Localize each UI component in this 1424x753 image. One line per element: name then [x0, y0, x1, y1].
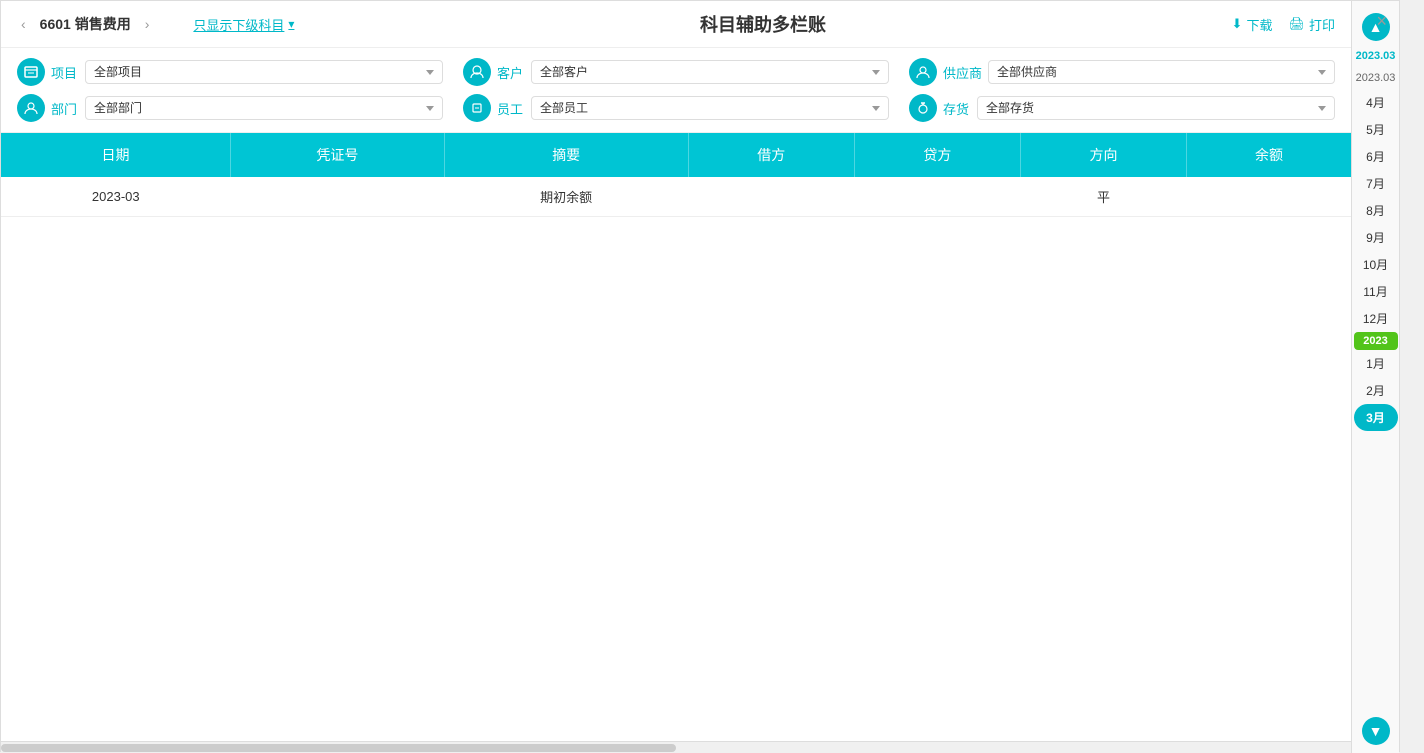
col-direction: 方向	[1020, 133, 1186, 177]
table-row: 2023-03期初余额平	[1, 177, 1351, 217]
sidebar-period-11[interactable]: 11月	[1354, 278, 1398, 305]
top-actions: ⬇ 下载 🖨 打印	[1232, 15, 1335, 34]
employee-select[interactable]: 全部员工	[531, 96, 889, 120]
project-select[interactable]: 全部项目	[85, 60, 443, 84]
department-select[interactable]: 全部部门	[85, 96, 443, 120]
sidebar-period-10[interactable]: 10月	[1354, 251, 1398, 278]
ledger-table: 日期 凭证号 摘要 借方 贷方 方向 余额 2023-03期初余额平	[1, 133, 1351, 217]
department-icon	[17, 94, 45, 122]
col-credit: 贷方	[854, 133, 1020, 177]
sidebar-period-9[interactable]: 9月	[1354, 224, 1398, 251]
horizontal-scrollbar[interactable]	[1, 741, 1351, 753]
sidebar-down-arrow[interactable]: ▼	[1362, 717, 1390, 745]
next-arrow[interactable]: ›	[141, 14, 154, 34]
sidebar-period-2023-03-top[interactable]: 2023.03	[1354, 45, 1398, 67]
employee-label: 员工	[497, 99, 525, 118]
show-sub-label: 只显示下级科目	[193, 15, 284, 34]
sidebar-year-2023[interactable]: 2023	[1354, 332, 1398, 350]
filter-supplier: 供应商 全部供应商	[909, 58, 1335, 86]
customer-label: 客户	[497, 63, 525, 82]
supplier-icon	[909, 58, 937, 86]
print-icon: 🖨	[1288, 16, 1305, 32]
download-icon: ⬇	[1232, 16, 1243, 32]
sidebar-period-3-active[interactable]: 3月	[1354, 404, 1398, 431]
sidebar-period-2023-03[interactable]: 2023.03	[1354, 67, 1398, 89]
sidebar-period-4[interactable]: 4月	[1354, 89, 1398, 116]
inventory-icon	[909, 94, 937, 122]
print-button[interactable]: 🖨 打印	[1288, 15, 1335, 34]
download-button[interactable]: ⬇ 下载	[1232, 15, 1273, 34]
filter-customer: 客户 全部客户	[463, 58, 889, 86]
supplier-label: 供应商	[943, 63, 982, 82]
page-title: 科目辅助多栏账	[304, 11, 1221, 37]
filter-department: 部门 全部部门	[17, 94, 443, 122]
filter-employee: 员工 全部员工	[463, 94, 889, 122]
col-debit: 借方	[688, 133, 854, 177]
sidebar-period-2[interactable]: 2月	[1354, 377, 1398, 404]
sidebar-period-12[interactable]: 12月	[1354, 305, 1398, 332]
table-header-row: 日期 凭证号 摘要 借方 贷方 方向 余额	[1, 133, 1351, 177]
supplier-select[interactable]: 全部供应商	[988, 60, 1335, 84]
inventory-label: 存货	[943, 99, 971, 118]
department-label: 部门	[51, 99, 79, 118]
show-sub-select[interactable]: 只显示下级科目 ▾	[193, 15, 294, 34]
filter-inventory: 存货 全部存货	[909, 94, 1335, 122]
sidebar-period-5[interactable]: 5月	[1354, 116, 1398, 143]
col-voucher: 凭证号	[231, 133, 445, 177]
sidebar-period-6[interactable]: 6月	[1354, 143, 1398, 170]
filter-project: 项目 全部项目	[17, 58, 443, 86]
close-button[interactable]: ×	[1376, 11, 1387, 32]
customer-select[interactable]: 全部客户	[531, 60, 889, 84]
prev-arrow[interactable]: ‹	[17, 14, 30, 34]
project-label: 项目	[51, 63, 79, 82]
col-date: 日期	[1, 133, 231, 177]
inventory-select[interactable]: 全部存货	[977, 96, 1335, 120]
filter-bar: 项目 全部项目 客户 全部客户	[1, 48, 1351, 133]
employee-icon	[463, 94, 491, 122]
customer-icon	[463, 58, 491, 86]
right-sidebar: ▲ 2023.03 2023.03 4月 5月 6月 7月 8月 9月 10月 …	[1351, 1, 1399, 753]
col-balance: 余额	[1187, 133, 1351, 177]
sidebar-period-7[interactable]: 7月	[1354, 170, 1398, 197]
sidebar-period-1[interactable]: 1月	[1354, 350, 1398, 377]
account-code: 6601 销售费用	[40, 14, 131, 34]
table-container[interactable]: 日期 凭证号 摘要 借方 贷方 方向 余额 2023-03期初余额平	[1, 133, 1351, 741]
project-icon	[17, 58, 45, 86]
sidebar-period-8[interactable]: 8月	[1354, 197, 1398, 224]
col-summary: 摘要	[444, 133, 688, 177]
chevron-down-icon: ▾	[288, 17, 294, 31]
top-bar: ‹ 6601 销售费用 › 只显示下级科目 ▾ 科目辅助多栏账 ⬇ 下载 🖨 打…	[1, 1, 1351, 48]
main-content: 日期 凭证号 摘要 借方 贷方 方向 余额 2023-03期初余额平	[1, 133, 1351, 753]
